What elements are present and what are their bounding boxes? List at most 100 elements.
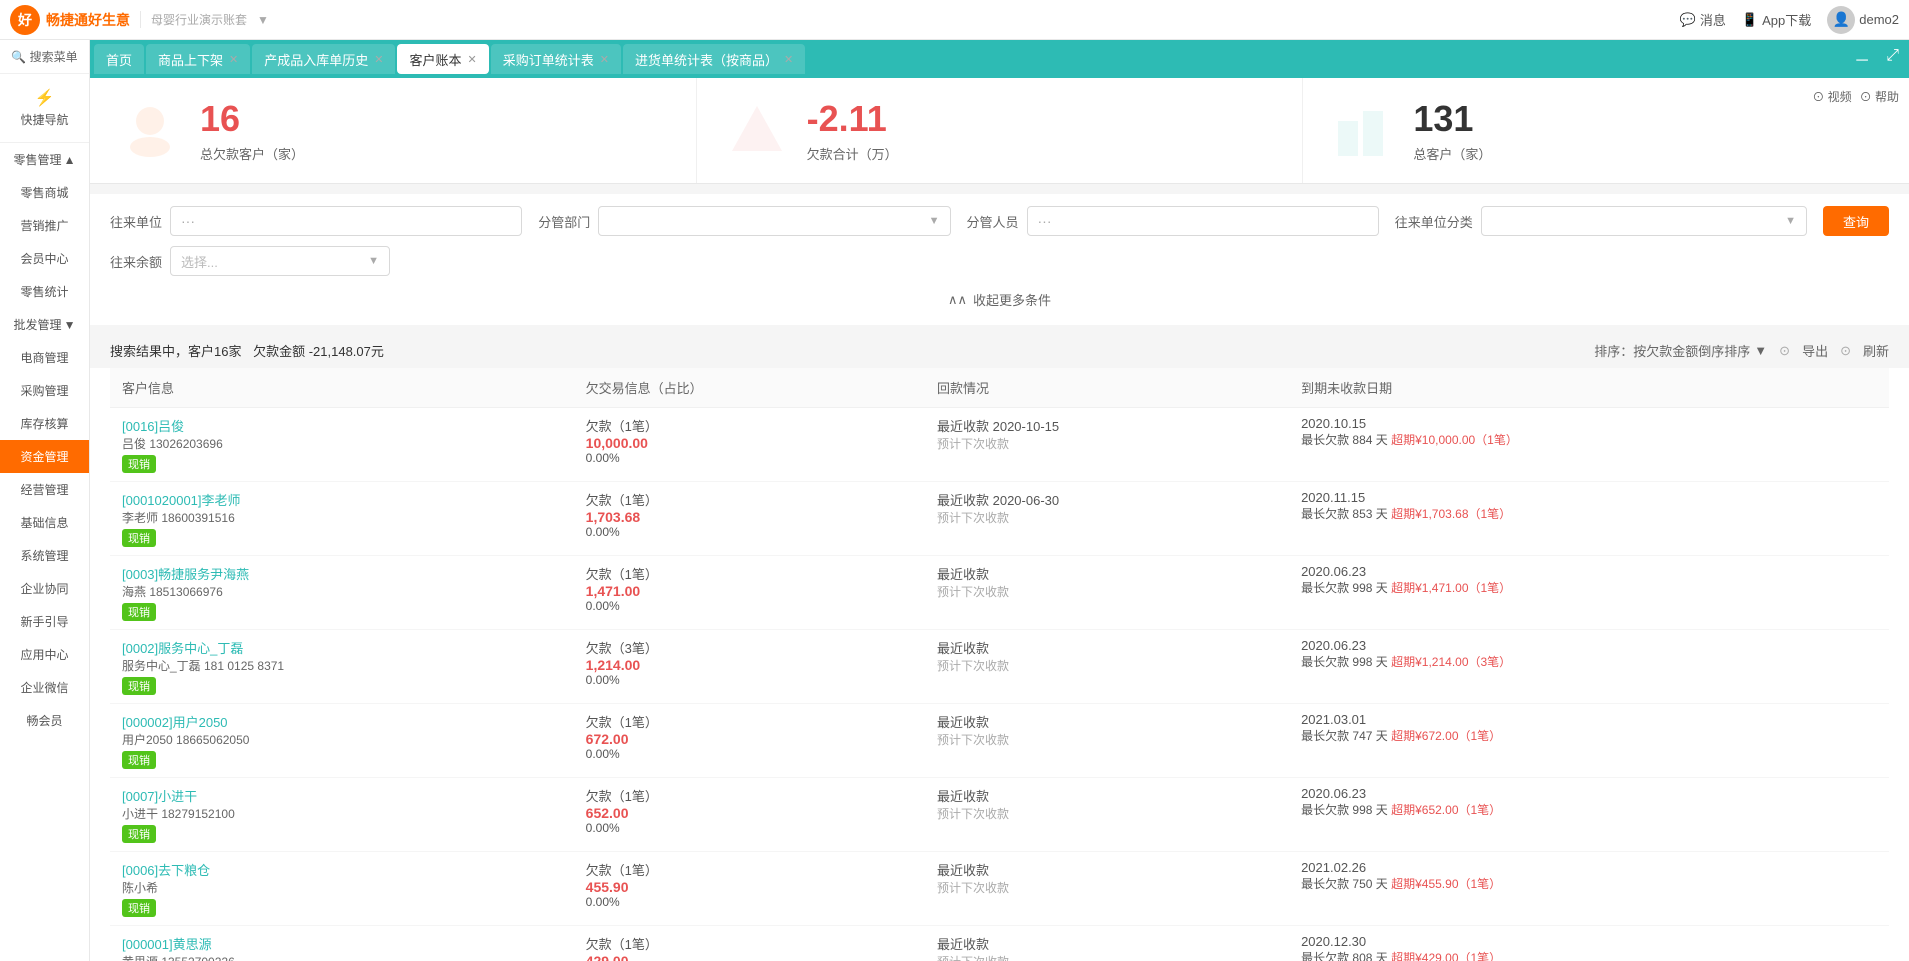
debt-amount-4[interactable]: 672.00 (586, 731, 913, 747)
sidebar-item-system[interactable]: 系统管理 (0, 539, 89, 572)
table-row: [0002]服务中心_丁磊 服务中心_丁磊 181 0125 8371 现销 欠… (110, 630, 1889, 704)
overdue-amount-3[interactable]: 超期¥1,214.00（3笔） (1391, 655, 1511, 669)
overdue-info-4: 最长欠款 747 天 超期¥672.00（1笔） (1301, 727, 1877, 744)
customer-name-6[interactable]: [0006]去下粮仓 (122, 860, 562, 879)
stat-number-debt-customers: 16 (200, 98, 304, 140)
chevron-down-icon-2: ▼ (64, 318, 76, 332)
video-btn[interactable]: ⊙ 视频 (1812, 88, 1851, 105)
due-date-6: 2021.02.26 (1301, 860, 1877, 875)
customer-name-7[interactable]: [000001]黄思源 (122, 934, 562, 953)
results-text: 搜索结果中，客户16家 (110, 344, 241, 359)
customer-name-2[interactable]: [0003]畅捷服务尹海燕 (122, 564, 562, 583)
filter-select-balance[interactable]: 选择... ▼ (170, 246, 390, 276)
sidebar-item-retail-mgmt[interactable]: 零售管理 ▲ (0, 143, 89, 176)
tab-customer-ledger[interactable]: 客户账本 ✕ (397, 44, 488, 74)
overdue-amount-7[interactable]: 超期¥429.00（1笔） (1391, 951, 1501, 961)
collapse-row[interactable]: ∧∧ 收起更多条件 (110, 286, 1889, 313)
sidebar-item-retail-mall[interactable]: 零售商城 (0, 176, 89, 209)
debt-amount-3[interactable]: 1,214.00 (586, 657, 913, 673)
customer-phone-2: 海燕 18513066976 (122, 583, 562, 600)
customer-name-5[interactable]: [0007]小进干 (122, 786, 562, 805)
filter-select-category[interactable]: ▼ (1481, 206, 1807, 236)
close-icon-5[interactable]: ✕ (784, 53, 793, 66)
refresh-icon: ⊙ (1840, 343, 1851, 359)
filter-input-customer[interactable]: ··· (170, 206, 522, 236)
overdue-info-1: 最长欠款 853 天 超期¥1,703.68（1笔） (1301, 505, 1877, 522)
overdue-amount-2[interactable]: 超期¥1,471.00（1笔） (1391, 581, 1511, 595)
refresh-btn[interactable]: 刷新 (1863, 341, 1889, 360)
tab-purchase-order-stats[interactable]: 采购订单统计表 ✕ (491, 44, 621, 74)
td-debt-6: 欠款（1笔） 455.90 0.00% (574, 852, 925, 926)
close-icon-4[interactable]: ✕ (600, 53, 609, 66)
debt-total-icon (727, 101, 787, 161)
sidebar-item-inventory[interactable]: 库存核算 (0, 407, 89, 440)
debt-amount-6[interactable]: 455.90 (586, 879, 913, 895)
overdue-info-3: 最长欠款 998 天 超期¥1,214.00（3笔） (1301, 653, 1877, 670)
tab-minimize-btn[interactable]: － (1848, 45, 1876, 73)
customer-tag-3: 现销 (122, 677, 156, 695)
tab-home[interactable]: 首页 (94, 44, 144, 74)
sidebar-search[interactable]: 🔍 搜索菜单 (0, 40, 89, 74)
sidebar-item-marketing[interactable]: 营销推广 (0, 209, 89, 242)
sidebar-item-ecommerce[interactable]: 电商管理 (0, 341, 89, 374)
due-date-7: 2020.12.30 (1301, 934, 1877, 949)
sidebar-item-basic-info[interactable]: 基础信息 (0, 506, 89, 539)
overdue-amount-1[interactable]: 超期¥1,703.68（1笔） (1391, 507, 1511, 521)
app-download-btn[interactable]: 📱 App下载 (1742, 10, 1811, 29)
sidebar-item-quick-nav[interactable]: ⚡ 快捷导航 (0, 80, 89, 136)
user-btn[interactable]: 👤 demo2 (1827, 6, 1899, 34)
sidebar-item-wholesale-mgmt[interactable]: 批发管理 ▼ (0, 308, 89, 341)
debt-amount-1[interactable]: 1,703.68 (586, 509, 913, 525)
basic-info-label: 基础信息 (20, 514, 68, 531)
td-due-2: 2020.06.23 最长欠款 998 天 超期¥1,471.00（1笔） (1289, 556, 1889, 630)
tab-home-label: 首页 (106, 50, 132, 69)
overdue-amount-4[interactable]: 超期¥672.00（1笔） (1391, 729, 1501, 743)
debt-count-2: 欠款（1笔） (586, 564, 913, 583)
sidebar-item-retail-stats[interactable]: 零售统计 (0, 275, 89, 308)
sidebar-item-operation[interactable]: 经营管理 (0, 473, 89, 506)
dots-icon-2: ··· (1038, 213, 1052, 229)
customer-name-1[interactable]: [0001020001]李老师 (122, 490, 562, 509)
sidebar-item-wechat[interactable]: 企业微信 (0, 671, 89, 704)
stat-card-debt-total-info: -2.11 欠款合计（万） (807, 98, 898, 163)
debt-amount-7[interactable]: 429.00 (586, 953, 913, 961)
overdue-info-6: 最长欠款 750 天 超期¥455.90（1笔） (1301, 875, 1877, 892)
logo-icon: 好 (10, 5, 40, 35)
sidebar-item-finance[interactable]: 资金管理 (0, 440, 89, 473)
sort-select[interactable]: 排序：按欠款金额倒序排序 ▼ (1594, 341, 1767, 360)
search-icon: 🔍 (11, 50, 26, 64)
customer-name-3[interactable]: [0002]服务中心_丁磊 (122, 638, 562, 657)
customer-name-4[interactable]: [000002]用户2050 (122, 712, 562, 731)
search-button[interactable]: 查询 (1823, 206, 1889, 236)
overdue-amount-6[interactable]: 超期¥455.90（1笔） (1391, 877, 1501, 891)
debt-amount-5[interactable]: 652.00 (586, 805, 913, 821)
debt-amount-2[interactable]: 1,471.00 (586, 583, 913, 599)
sidebar-item-new-guide[interactable]: 新手引导 (0, 605, 89, 638)
help-btn[interactable]: ⊙ 帮助 (1860, 88, 1899, 105)
close-icon-2[interactable]: ✕ (374, 53, 383, 66)
debt-percent-3: 0.00% (586, 673, 913, 687)
close-icon-1[interactable]: ✕ (229, 53, 238, 66)
overdue-amount-0[interactable]: 超期¥10,000.00（1笔） (1391, 433, 1518, 447)
tab-inbound-history[interactable]: 产成品入库单历史 ✕ (252, 44, 395, 74)
customer-phone-1: 李老师 18600391516 (122, 509, 562, 526)
dropdown-arrow-subtitle[interactable]: ▼ (257, 13, 269, 27)
customer-name-0[interactable]: [0016]吕俊 (122, 416, 562, 435)
filter-select-dept[interactable]: ▼ (598, 206, 950, 236)
tab-inbound-stats[interactable]: 进货单统计表（按商品） ✕ (623, 44, 805, 74)
tab-product-listing[interactable]: 商品上下架 ✕ (146, 44, 250, 74)
message-btn[interactable]: 💬 消息 (1680, 10, 1726, 29)
debt-amount-0[interactable]: 10,000.00 (586, 435, 913, 451)
export-btn[interactable]: 导出 (1802, 341, 1828, 360)
sidebar-item-app-center[interactable]: 应用中心 (0, 638, 89, 671)
filter-item-category: 往来单位分类 ▼ (1395, 206, 1807, 236)
overdue-amount-5[interactable]: 超期¥652.00（1笔） (1391, 803, 1501, 817)
close-icon-3[interactable]: ✕ (468, 53, 477, 66)
filter-input-person[interactable]: ··· (1027, 206, 1379, 236)
sidebar-item-member2[interactable]: 畅会员 (0, 704, 89, 737)
tab-maximize-btn[interactable]: ⤢ (1880, 45, 1905, 73)
sidebar-item-purchase[interactable]: 采购管理 (0, 374, 89, 407)
sidebar-item-enterprise-collab[interactable]: 企业协同 (0, 572, 89, 605)
sidebar-item-member[interactable]: 会员中心 (0, 242, 89, 275)
stat-label-debt-total: 欠款合计（万） (807, 144, 898, 163)
